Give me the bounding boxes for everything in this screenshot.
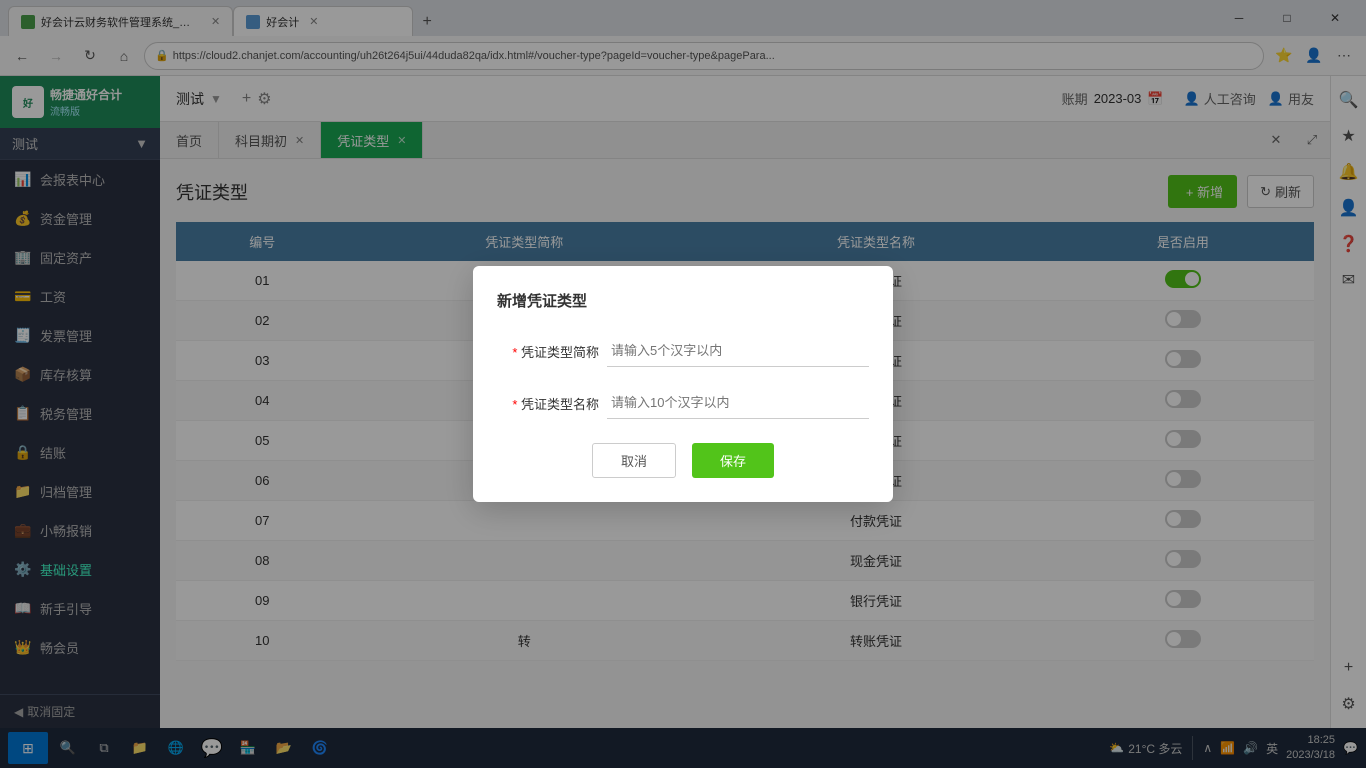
modal-overlay: 新增凭证类型 * 凭证类型简称 * 凭证类型名称 取消 保存 [0, 0, 1366, 768]
abbr-label: * 凭证类型简称 [497, 342, 607, 361]
cancel-button[interactable]: 取消 [592, 443, 676, 478]
name-form-row: * 凭证类型名称 [497, 387, 869, 419]
abbr-form-row: * 凭证类型简称 [497, 335, 869, 367]
modal-box: 新增凭证类型 * 凭证类型简称 * 凭证类型名称 取消 保存 [473, 266, 893, 502]
modal-actions: 取消 保存 [497, 443, 869, 478]
abbr-required-mark: * [512, 345, 521, 360]
modal-title: 新增凭证类型 [497, 290, 869, 311]
name-label: * 凭证类型名称 [497, 394, 607, 413]
save-button[interactable]: 保存 [692, 443, 774, 478]
abbr-input[interactable] [607, 335, 869, 367]
name-required-mark: * [512, 397, 521, 412]
name-input[interactable] [607, 387, 869, 419]
